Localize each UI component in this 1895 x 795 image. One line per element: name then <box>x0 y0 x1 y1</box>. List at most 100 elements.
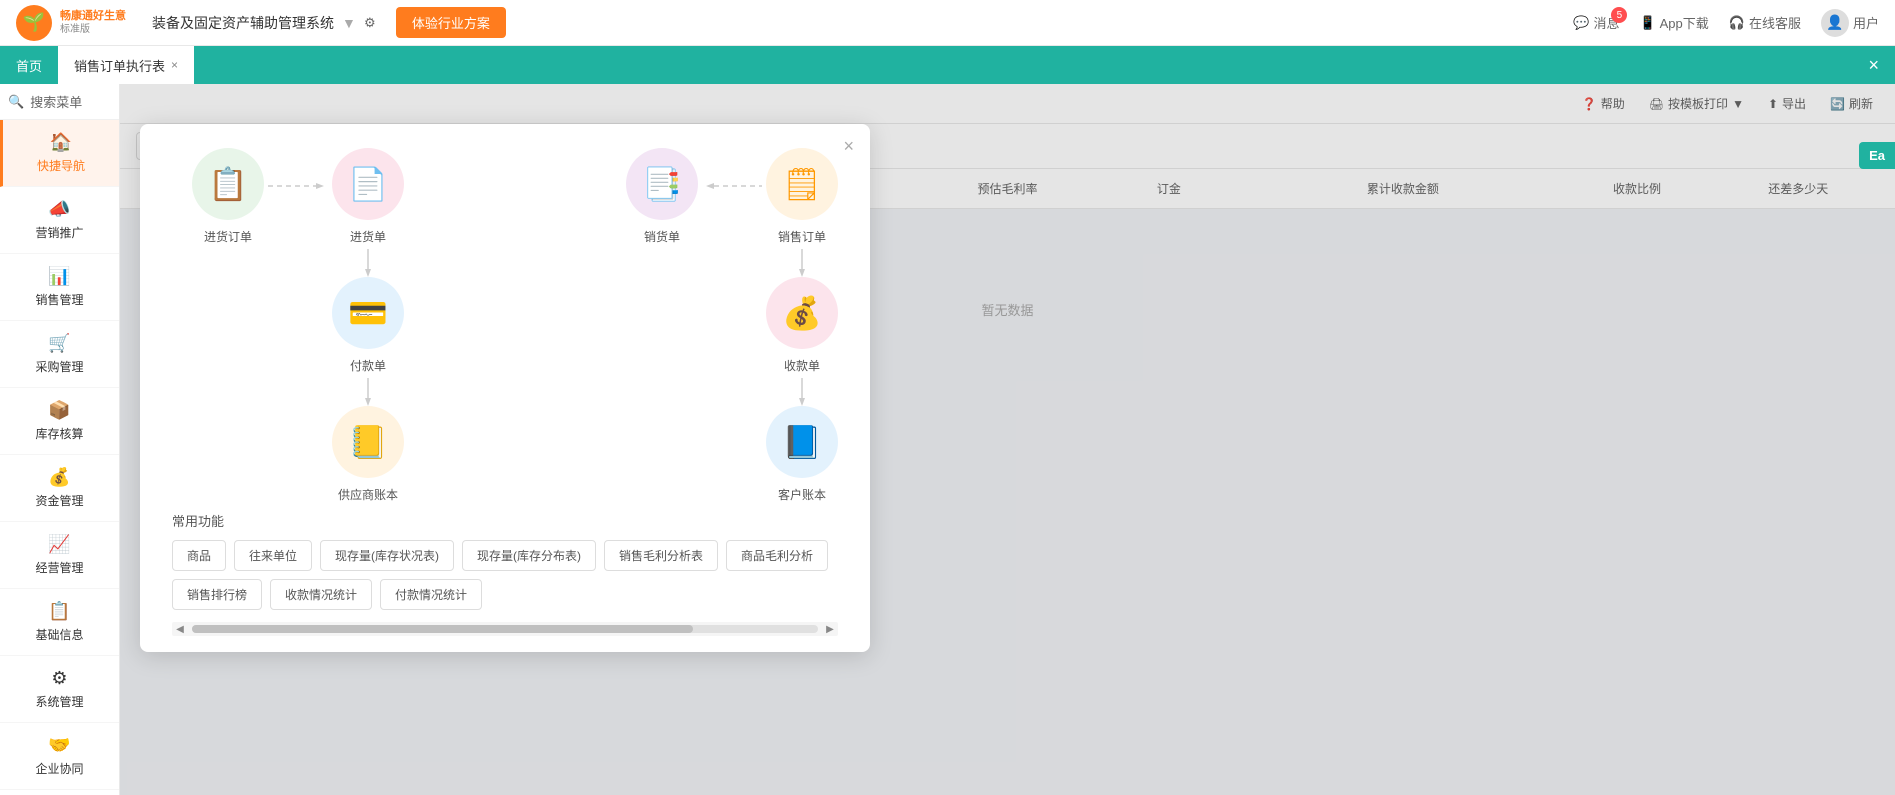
purchase-receipt-circle: 📄 <box>332 148 404 220</box>
flow-node-purchase-receipt[interactable]: 📄 进货单 <box>332 148 404 245</box>
header-right: 💬 消息 5 📱 App下载 🎧 在线客服 👤 用户 <box>1573 9 1879 37</box>
arrow-pr-down <box>332 249 404 277</box>
flow-node-supplier-ledger[interactable]: 📒 供应商账本 <box>332 406 404 503</box>
modal-overlay: × 📋 进货订单 <box>120 84 1895 795</box>
purchase-order-icon: 📋 <box>208 165 248 203</box>
sales-order-icon: 📑 <box>642 165 682 203</box>
modal-close-btn[interactable]: × <box>843 136 854 157</box>
sidebar-search[interactable]: 🔍 搜索菜单 <box>0 84 119 120</box>
flow-row-4 <box>172 378 838 406</box>
common-buttons-row-1: 商品 往来单位 现存量(库存状况表) 现存量(库存分布表) 销售毛利分析表 商品… <box>172 540 838 571</box>
scroll-thumb[interactable] <box>192 625 693 633</box>
flow-node-receipt[interactable]: 💰 收款单 <box>766 277 838 374</box>
flow-row-5: 📒 供应商账本 📘 客户账本 <box>172 406 838 503</box>
payment-icon: 💳 <box>348 294 388 332</box>
base-icon: 📋 <box>48 601 70 622</box>
user-area[interactable]: 👤 用户 <box>1821 9 1879 37</box>
finance-icon: 💰 <box>48 467 70 488</box>
common-btn-product[interactable]: 商品 <box>172 540 226 571</box>
scroll-track <box>192 625 818 633</box>
common-btn-sales-margin[interactable]: 销售毛利分析表 <box>604 540 718 571</box>
sidebar-item-purchase[interactable]: 🛒 采购管理 <box>0 321 119 388</box>
common-btn-stock1[interactable]: 现存量(库存状况表) <box>320 540 454 571</box>
flow-node-customer-ledger[interactable]: 📘 客户账本 <box>766 406 838 503</box>
top-header: 🌱 畅康通好生意 标准版 装备及固定资产辅助管理系统 ▼ ⚙ 体验行业方案 💬 … <box>0 0 1895 46</box>
logo-area: 🌱 畅康通好生意 标准版 <box>16 5 136 41</box>
message-icon: 💬 <box>1573 15 1589 31</box>
sales-order-circle: 📑 <box>626 148 698 220</box>
flow-row-2 <box>172 249 838 277</box>
messages-btn[interactable]: 💬 消息 5 <box>1573 13 1619 32</box>
supplier-ledger-circle: 📒 <box>332 406 404 478</box>
sidebar-item-quick-nav[interactable]: 🏠 快捷导航 <box>0 120 119 187</box>
sidebar-item-system[interactable]: ⚙ 系统管理 <box>0 656 119 723</box>
tab-home[interactable]: 首页 <box>0 46 58 84</box>
sidebar-item-label-8: 系统管理 <box>35 693 83 710</box>
receipt-label: 收款单 <box>784 357 820 374</box>
sidebar-item-sales[interactable]: 📊 销售管理 <box>0 254 119 321</box>
common-btn-receipt-stats[interactable]: 收款情况统计 <box>270 579 372 610</box>
tab-bar-close-btn[interactable]: × <box>1860 55 1887 76</box>
logo-text: 畅康通好生意 标准版 <box>60 9 126 36</box>
tab-close-icon[interactable]: × <box>171 58 178 72</box>
tab-sales-order[interactable]: 销售订单执行表 × <box>58 46 194 84</box>
trial-button[interactable]: 体验行业方案 <box>396 7 506 38</box>
search-icon: 🔍 <box>8 94 24 110</box>
corp-icon: 🤝 <box>48 735 70 756</box>
sidebar-item-management[interactable]: 📈 经营管理 <box>0 522 119 589</box>
flow-node-payment[interactable]: 💳 付款单 <box>332 277 404 374</box>
purchase-receipt-icon: 📄 <box>348 165 388 203</box>
sidebar-item-inventory[interactable]: 📦 库存核算 <box>0 388 119 455</box>
common-btn-payment-stats[interactable]: 付款情况统计 <box>380 579 482 610</box>
common-title: 常用功能 <box>172 511 838 530</box>
flow-node-purchase-order[interactable]: 📋 进货订单 <box>192 148 264 245</box>
main-layout: 🔍 搜索菜单 🏠 快捷导航 📣 营销推广 📊 销售管理 🛒 采购管理 📦 库存核… <box>0 84 1895 795</box>
home-icon: 🏠 <box>50 132 72 153</box>
dropdown-arrow-icon[interactable]: ▼ <box>342 15 356 31</box>
flow-diagram: 📋 进货订单 <box>172 148 838 503</box>
marketing-icon: 📣 <box>48 199 70 220</box>
common-btn-sales-rank[interactable]: 销售排行榜 <box>172 579 262 610</box>
app-download-btn[interactable]: 📱 App下载 <box>1639 13 1708 32</box>
common-btn-stock2[interactable]: 现存量(库存分布表) <box>462 540 596 571</box>
purchase-icon: 🛒 <box>48 333 70 354</box>
modal-scroll-bar[interactable]: ◀ ▶ <box>172 622 838 636</box>
flow-node-sales-order2[interactable]: 🗒 销售订单 <box>766 148 838 245</box>
sidebar-item-label-2: 销售管理 <box>35 291 83 308</box>
arrow-receipt-down <box>766 378 838 406</box>
scroll-left-icon[interactable]: ◀ <box>172 622 188 636</box>
sidebar-item-marketing[interactable]: 📣 营销推广 <box>0 187 119 254</box>
ea-badge[interactable]: Ea <box>1859 142 1895 169</box>
service-icon: 🎧 <box>1729 15 1745 31</box>
system-name: 装备及固定资产辅助管理系统 <box>152 13 334 33</box>
content-area: ❓ 帮助 🖨 按模板打印 ▼ ⬆ 导出 🔄 刷新 📅 <box>120 84 1895 795</box>
common-btn-product-margin[interactable]: 商品毛利分析 <box>726 540 828 571</box>
payment-label: 付款单 <box>350 357 386 374</box>
common-btn-unit[interactable]: 往来单位 <box>234 540 312 571</box>
tab-sales-order-label: 销售订单执行表 <box>74 56 165 75</box>
sales-order2-circle: 🗒 <box>766 148 838 220</box>
sidebar-item-corp[interactable]: 🤝 企业协同 <box>0 723 119 790</box>
sidebar-item-label-3: 采购管理 <box>35 358 83 375</box>
purchase-order-label: 进货订单 <box>204 228 252 245</box>
customer-ledger-circle: 📘 <box>766 406 838 478</box>
sidebar-item-label-6: 经营管理 <box>35 559 83 576</box>
app-download-label: App下载 <box>1660 13 1709 32</box>
payment-circle: 💳 <box>332 277 404 349</box>
user-label: 用户 <box>1853 13 1879 32</box>
common-functions-section: 常用功能 商品 往来单位 现存量(库存状况表) 现存量(库存分布表) 销售毛利分… <box>172 511 838 610</box>
receipt-icon: 💰 <box>782 294 822 332</box>
settings-icon[interactable]: ⚙ <box>356 9 384 37</box>
logo-line2: 标准版 <box>60 23 126 36</box>
sidebar: 🔍 搜索菜单 🏠 快捷导航 📣 营销推广 📊 销售管理 🛒 采购管理 📦 库存核… <box>0 84 120 795</box>
sidebar-item-base[interactable]: 📋 基础信息 <box>0 589 119 656</box>
online-service-btn[interactable]: 🎧 在线客服 <box>1729 13 1801 32</box>
arrow-so-down <box>766 249 838 277</box>
sidebar-item-finance[interactable]: 💰 资金管理 <box>0 455 119 522</box>
sidebar-item-label-0: 快捷导航 <box>37 157 85 174</box>
scroll-right-icon[interactable]: ▶ <box>822 622 838 636</box>
flow-node-sales-order[interactable]: 📑 销货单 <box>626 148 698 245</box>
search-label: 搜索菜单 <box>30 92 82 111</box>
download-icon: 📱 <box>1639 15 1655 31</box>
sidebar-item-newbie[interactable]: 🎓 新手引导 <box>0 790 119 795</box>
